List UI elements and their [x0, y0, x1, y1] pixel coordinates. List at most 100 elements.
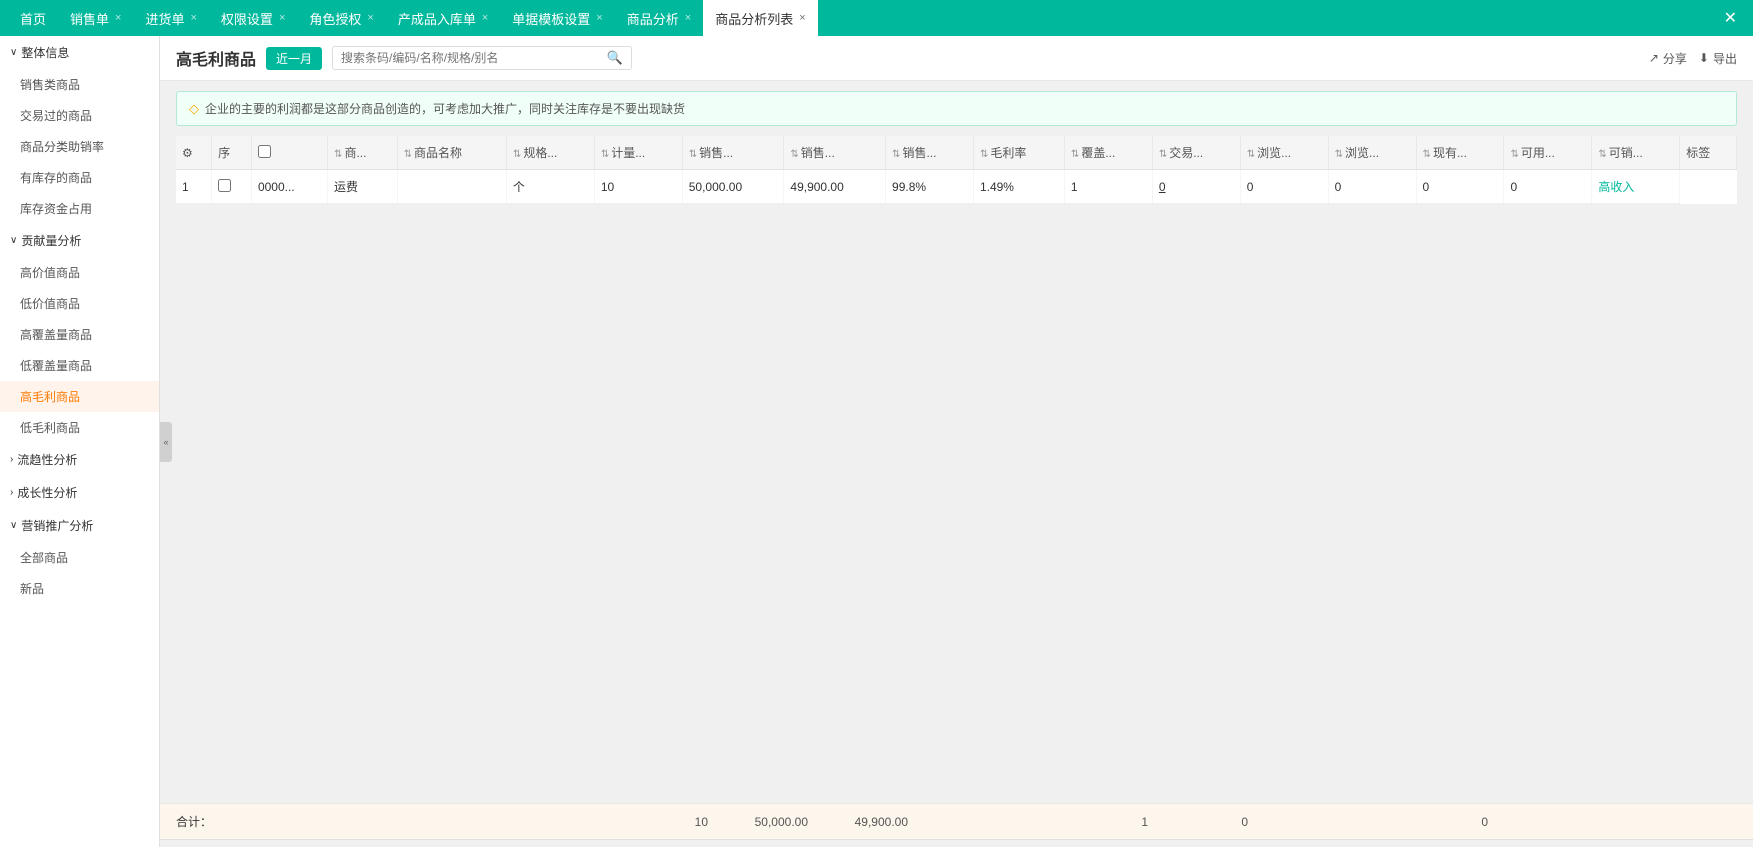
sort-icon: ⇅ — [1510, 149, 1518, 160]
table-col-16[interactable]: ⇅可销... — [1592, 136, 1680, 170]
search-input[interactable] — [341, 51, 607, 65]
sidebar-item-销售类商品[interactable]: 销售类商品 — [0, 69, 159, 100]
search-icon[interactable]: 🔍 — [607, 50, 623, 66]
sidebar-item-库存资金占用[interactable]: 库存资金占用 — [0, 193, 159, 224]
sidebar-group-整体信息[interactable]: ∨整体信息 — [0, 36, 159, 69]
table-col-13[interactable]: ⇅浏览... — [1328, 136, 1416, 170]
sidebar-group-成长性分析[interactable]: ›成长性分析 — [0, 476, 159, 509]
sidebar-group-流趋性分析[interactable]: ›流趋性分析 — [0, 443, 159, 476]
row-current: 0 — [1328, 170, 1416, 204]
table-col-2[interactable]: ⇅商... — [328, 136, 398, 170]
nav-item-产成品入库单[interactable]: 产成品入库单 × — [386, 0, 500, 36]
sidebar-item-低覆盖量商品[interactable]: 低覆盖量商品 — [0, 350, 159, 381]
footer-sales2: 50,000.00 — [728, 815, 808, 829]
nav-item-首页[interactable]: 首页 — [8, 0, 58, 36]
footer-browse1: 0 — [1168, 815, 1248, 829]
table-row: 10000...运费个1050,000.0049,900.0099.8%1.49… — [176, 170, 1737, 204]
sidebar-item-新品[interactable]: 新品 — [0, 573, 159, 604]
row-sales-profit: 49,900.00 — [784, 170, 886, 204]
horizontal-scrollbar[interactable] — [160, 839, 1753, 847]
table-header: ⚙序⇅商...⇅商品名称⇅规格...⇅计量...⇅销售...⇅销售...⇅销售.… — [176, 136, 1737, 170]
export-button[interactable]: ⬇ 导出 — [1699, 50, 1737, 67]
nav-close-icon[interactable]: × — [279, 12, 285, 24]
arrow-right-icon: › — [10, 454, 13, 465]
sidebar-item-商品分类助销率[interactable]: 商品分类助销率 — [0, 131, 159, 162]
window-close-button[interactable]: ✕ — [1716, 8, 1745, 28]
row-checkbox-cell[interactable] — [212, 170, 252, 204]
footer-label: 合计： — [176, 813, 212, 830]
footer-transactions: 1 — [1068, 815, 1148, 829]
select-all-checkbox[interactable] — [258, 145, 271, 158]
sidebar-group-贡献量分析[interactable]: ∨贡献量分析 — [0, 224, 159, 257]
nav-item-权限设置[interactable]: 权限设置 × — [209, 0, 297, 36]
row-browse2: 0 — [1240, 170, 1328, 204]
table-col-9[interactable]: ⇅毛利率 — [973, 136, 1064, 170]
search-box: 🔍 — [332, 46, 632, 70]
nav-item-商品分析[interactable]: 商品分析 × — [615, 0, 703, 36]
row-checkbox[interactable] — [218, 179, 231, 192]
nav-close-icon[interactable]: × — [190, 12, 196, 24]
sort-icon: ⇅ — [1598, 149, 1606, 160]
footer-sales1: 10 — [628, 815, 708, 829]
sidebar-item-全部商品[interactable]: 全部商品 — [0, 542, 159, 573]
nav-item-角色授权[interactable]: 角色授权 × — [297, 0, 385, 36]
table-col-15[interactable]: ⇅可用... — [1504, 136, 1592, 170]
table-col-8[interactable]: ⇅销售... — [886, 136, 974, 170]
nav-close-icon[interactable]: × — [596, 12, 602, 24]
data-table: ⚙序⇅商...⇅商品名称⇅规格...⇅计量...⇅销售...⇅销售...⇅销售.… — [176, 136, 1737, 204]
footer-available: 0 — [1408, 815, 1488, 829]
table-col-4[interactable]: ⇅规格... — [506, 136, 594, 170]
sidebar-group-营销推广分析[interactable]: ∨营销推广分析 — [0, 509, 159, 542]
share-button[interactable]: ↗ 分享 — [1649, 50, 1687, 67]
nav-item-商品分析列表[interactable]: 商品分析列表 × — [703, 0, 817, 36]
info-banner-text: 企业的主要的利润都是这部分商品创造的，可考虑加大推广，同时关注库存是不要出现缺货 — [205, 100, 685, 117]
sidebar-item-有库存的商品[interactable]: 有库存的商品 — [0, 162, 159, 193]
table-wrapper[interactable]: ⚙序⇅商...⇅商品名称⇅规格...⇅计量...⇅销售...⇅销售...⇅销售.… — [160, 126, 1753, 803]
sidebar-item-高毛利商品[interactable]: 高毛利商品 — [0, 381, 159, 412]
row-browse1[interactable]: 0 — [1152, 170, 1240, 204]
sidebar-item-高价值商品[interactable]: 高价值商品 — [0, 257, 159, 288]
table-col-14[interactable]: ⇅现有... — [1416, 136, 1504, 170]
table-col-1 — [251, 136, 327, 170]
top-navigation: 首页销售单 ×进货单 ×权限设置 ×角色授权 ×产成品入库单 ×单据模板设置 ×… — [0, 0, 1753, 36]
nav-item-进货单[interactable]: 进货单 × — [133, 0, 208, 36]
nav-item-销售单[interactable]: 销售单 × — [58, 0, 133, 36]
row-transactions: 1 — [1064, 170, 1152, 204]
table-col-6[interactable]: ⇅销售... — [682, 136, 784, 170]
content-header: 高毛利商品 近一月 🔍 ↗ 分享 ⬇ 导出 — [160, 36, 1753, 81]
sidebar-item-高覆盖量商品[interactable]: 高覆盖量商品 — [0, 319, 159, 350]
sidebar-item-低毛利商品[interactable]: 低毛利商品 — [0, 412, 159, 443]
row-sales-qty: 10 — [594, 170, 682, 204]
time-filter-button[interactable]: 近一月 — [266, 47, 322, 70]
table-col-0: 序 — [212, 136, 252, 170]
table-col-17: 标签 — [1680, 136, 1737, 170]
table-col-7[interactable]: ⇅销售... — [784, 136, 886, 170]
sort-icon: ⇅ — [892, 149, 900, 160]
sidebar-item-交易过的商品[interactable]: 交易过的商品 — [0, 100, 159, 131]
sort-icon: ⇅ — [601, 149, 609, 160]
arrow-down-icon: ∨ — [10, 235, 17, 246]
sidebar: ∨整体信息销售类商品交易过的商品商品分类助销率有库存的商品库存资金占用∨贡献量分… — [0, 36, 160, 847]
table-col-11[interactable]: ⇅交易... — [1152, 136, 1240, 170]
sidebar-item-低价值商品[interactable]: 低价值商品 — [0, 288, 159, 319]
info-banner: ◇ 企业的主要的利润都是这部分商品创造的，可考虑加大推广，同时关注库存是不要出现… — [176, 91, 1737, 126]
row-code: 0000... — [251, 170, 327, 204]
content-area: 高毛利商品 近一月 🔍 ↗ 分享 ⬇ 导出 ◇ 企业的主要的利润都是这部分商品创… — [160, 36, 1753, 847]
table-col-12[interactable]: ⇅浏览... — [1240, 136, 1328, 170]
row-tag: 高收入 — [1592, 170, 1680, 204]
nav-close-icon[interactable]: × — [367, 12, 373, 24]
table-col-3[interactable]: ⇅商品名称 — [397, 136, 506, 170]
sort-icon: ⇅ — [790, 149, 798, 160]
sidebar-wrapper: ∨整体信息销售类商品交易过的商品商品分类助销率有库存的商品库存资金占用∨贡献量分… — [0, 36, 160, 847]
row-coverage: 1.49% — [973, 170, 1064, 204]
sidebar-collapse-handle[interactable]: « — [160, 422, 172, 462]
nav-close-icon[interactable]: × — [799, 12, 805, 24]
nav-close-icon[interactable]: × — [685, 12, 691, 24]
table-settings-header[interactable]: ⚙ — [176, 136, 212, 170]
footer-totals-bar: 合计： 10 50,000.00 49,900.00 1 0 0 — [160, 803, 1753, 839]
nav-close-icon[interactable]: × — [482, 12, 488, 24]
table-col-5[interactable]: ⇅计量... — [594, 136, 682, 170]
nav-close-icon[interactable]: × — [115, 12, 121, 24]
nav-item-单据模板设置[interactable]: 单据模板设置 × — [500, 0, 614, 36]
table-col-10[interactable]: ⇅覆盖... — [1064, 136, 1152, 170]
